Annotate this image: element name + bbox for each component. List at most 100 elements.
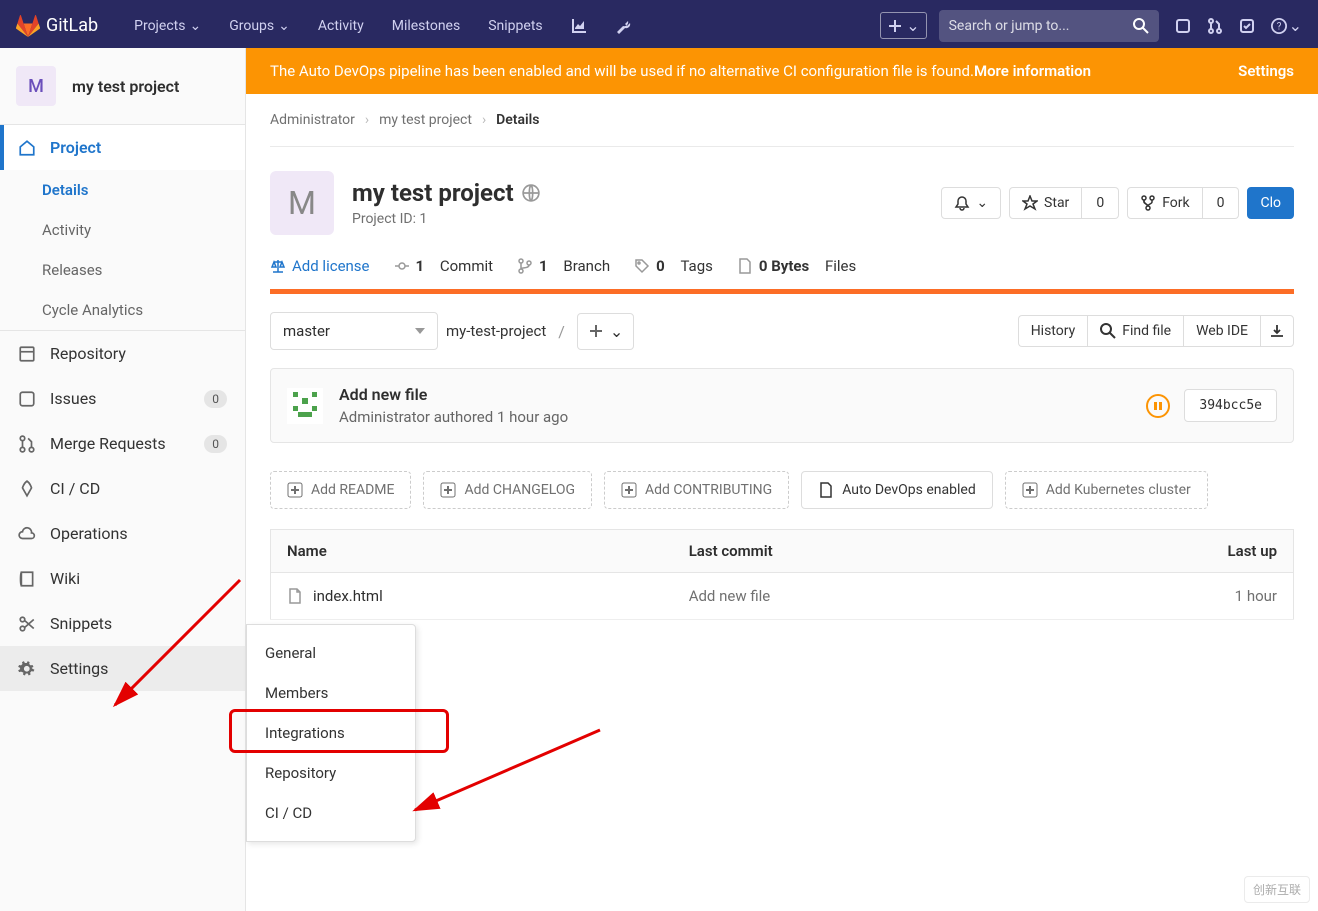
history-button[interactable]: History — [1018, 315, 1088, 347]
find-file-button[interactable]: Find file — [1087, 315, 1183, 347]
flyout-repository[interactable]: Repository — [247, 753, 415, 793]
sidebar-item-repository[interactable]: Repository — [0, 331, 245, 376]
sidebar-item-settings[interactable]: Settings — [0, 646, 245, 691]
cloud-icon — [18, 525, 36, 543]
help-dropdown[interactable]: ? ⌄ — [1271, 16, 1302, 35]
chevron-down-icon: ⌄ — [610, 322, 623, 341]
sidebar: M my test project Project Details Activi… — [0, 48, 246, 911]
add-contributing-chip[interactable]: Add CONTRIBUTING — [604, 471, 789, 509]
nav-snippets[interactable]: Snippets — [476, 10, 554, 42]
sidebar-sub-cycle-analytics[interactable]: Cycle Analytics — [0, 290, 245, 330]
sidebar-sub-releases[interactable]: Releases — [0, 250, 245, 290]
clone-button[interactable]: Clo — [1247, 187, 1294, 219]
gitlab-icon — [16, 14, 40, 38]
issues-icon[interactable] — [1175, 18, 1191, 34]
watermark: 创新互联 — [1244, 876, 1310, 903]
nav-wrench-icon[interactable] — [603, 10, 643, 42]
top-nav: GitLab Projects ⌄ Groups ⌄ Activity Mile… — [0, 0, 1318, 48]
plus-icon — [887, 18, 903, 34]
pipeline-status-pending-icon[interactable] — [1146, 394, 1170, 418]
issues-count: 0 — [204, 390, 227, 408]
fork-button[interactable]: Fork — [1127, 187, 1202, 219]
project-avatar-large: M — [270, 171, 334, 235]
tags-link[interactable]: 0 Tags — [634, 257, 713, 275]
nav-activity[interactable]: Activity — [306, 10, 376, 42]
col-name: Name — [271, 530, 673, 573]
flyout-members[interactable]: Members — [247, 673, 415, 713]
download-button[interactable] — [1260, 315, 1294, 347]
download-icon — [1269, 323, 1285, 339]
sidebar-item-cicd[interactable]: CI / CD — [0, 466, 245, 511]
sidebar-item-issues[interactable]: Issues 0 — [0, 376, 245, 421]
add-changelog-chip[interactable]: Add CHANGELOG — [423, 471, 592, 509]
commits-link[interactable]: 1 Commit — [394, 257, 494, 275]
home-icon — [18, 139, 36, 157]
sidebar-item-operations[interactable]: Operations — [0, 511, 245, 556]
banner-settings-link[interactable]: Settings — [1238, 62, 1294, 80]
star-button[interactable]: Star — [1009, 187, 1082, 219]
add-license-link[interactable]: Add license — [270, 257, 370, 275]
sidebar-sub-activity[interactable]: Activity — [0, 210, 245, 250]
branch-icon — [517, 258, 533, 274]
branch-selector[interactable]: master — [270, 312, 438, 350]
nav-projects[interactable]: Projects ⌄ — [122, 10, 213, 42]
bell-icon — [954, 195, 970, 211]
repository-icon — [18, 345, 36, 363]
file-icon — [737, 258, 753, 274]
col-last-update: Last up — [1036, 530, 1293, 573]
merge-requests-icon[interactable] — [1207, 18, 1223, 34]
chevron-rightright-icon: › — [365, 112, 369, 128]
add-kubernetes-chip[interactable]: Add Kubernetes cluster — [1005, 471, 1208, 509]
sidebar-project-name: my test project — [72, 77, 179, 96]
add-to-tree-dropdown[interactable]: ⌄ — [577, 313, 634, 350]
nav-milestones[interactable]: Milestones — [380, 10, 473, 42]
commit-sha[interactable]: 394bcc5e — [1184, 389, 1277, 422]
gitlab-logo[interactable]: GitLab — [16, 14, 98, 38]
banner-more-info-link[interactable]: More information — [974, 62, 1091, 80]
auto-devops-chip[interactable]: Auto DevOps enabled — [801, 471, 993, 509]
flyout-general[interactable]: General — [247, 633, 415, 673]
notifications-dropdown[interactable]: ⌄ — [941, 187, 1001, 219]
issues-icon — [18, 390, 36, 408]
repo-path[interactable]: my-test-project — [446, 322, 546, 340]
sidebar-item-merge-requests[interactable]: Merge Requests 0 — [0, 421, 245, 466]
sidebar-project-header[interactable]: M my test project — [0, 48, 245, 124]
col-last-commit: Last commit — [673, 530, 1037, 573]
sidebar-item-wiki[interactable]: Wiki — [0, 556, 245, 601]
nav-graph-icon[interactable] — [559, 10, 599, 42]
files-size-link[interactable]: 0 Bytes Files — [737, 257, 856, 275]
nav-groups[interactable]: Groups ⌄ — [217, 10, 302, 42]
todos-icon[interactable] — [1239, 18, 1255, 34]
breadcrumb-project[interactable]: my test project — [379, 112, 472, 128]
project-avatar-small: M — [16, 66, 56, 106]
table-row[interactable]: index.html Add new file 1 hour — [271, 573, 1294, 620]
flyout-integrations[interactable]: Integrations — [247, 713, 415, 753]
star-count[interactable]: 0 — [1082, 187, 1119, 219]
search-input[interactable] — [949, 18, 1133, 34]
new-dropdown[interactable]: ⌄ — [880, 12, 926, 39]
file-last-commit: Add new file — [673, 573, 1037, 620]
globe-icon — [522, 184, 540, 202]
file-last-update: 1 hour — [1036, 573, 1293, 620]
fork-count[interactable]: 0 — [1203, 187, 1240, 219]
commit-title[interactable]: Add new file — [339, 385, 568, 404]
web-ide-button[interactable]: Web IDE — [1183, 315, 1260, 347]
global-search[interactable] — [939, 10, 1159, 42]
file-name: index.html — [313, 587, 383, 605]
add-readme-chip[interactable]: Add README — [270, 471, 411, 509]
rocket-icon — [18, 480, 36, 498]
commit-icon — [394, 258, 410, 274]
sidebar-item-snippets[interactable]: Snippets — [0, 601, 245, 646]
sidebar-sub-details[interactable]: Details — [0, 170, 245, 210]
tag-icon — [634, 258, 650, 274]
flyout-cicd[interactable]: CI / CD — [247, 793, 415, 833]
project-title: my test project — [352, 179, 540, 207]
branches-link[interactable]: 1 Branch — [517, 257, 610, 275]
scissors-icon — [18, 615, 36, 633]
identicon-avatar — [287, 388, 323, 424]
settings-flyout: General Members Integrations Repository … — [246, 624, 416, 842]
brand-text: GitLab — [46, 15, 98, 36]
breadcrumb-root[interactable]: Administrator — [270, 112, 355, 128]
nav-items: Projects ⌄ Groups ⌄ Activity Milestones … — [122, 10, 643, 42]
sidebar-item-project[interactable]: Project — [0, 125, 245, 170]
